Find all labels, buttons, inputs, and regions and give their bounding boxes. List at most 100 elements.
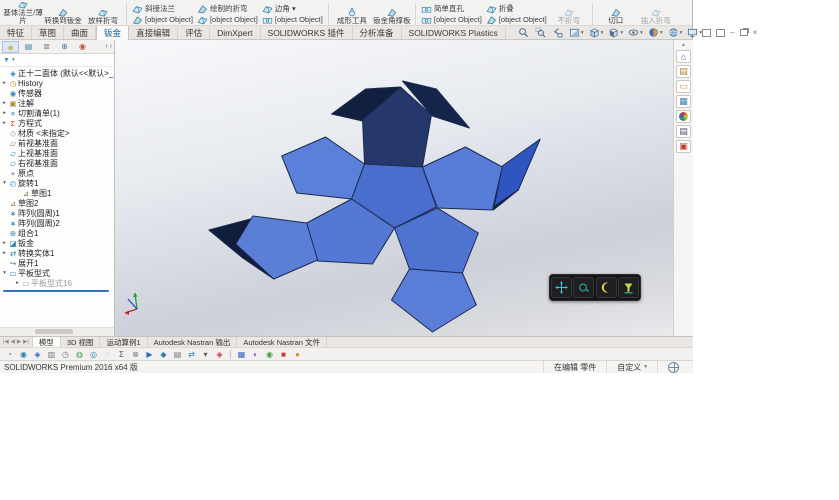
command-tab[interactable]: SOLIDWORKS 插件 [261,26,353,39]
tab-scroll-arrow[interactable]: |◀ [3,339,9,345]
tree-item[interactable]: ⊿ 草图1 [1,188,114,198]
pentagon-upper-left[interactable] [282,137,365,199]
ribbon-item[interactable]: 绘制的折弯 [object Object] [197,3,258,25]
motion-toolbar-icon[interactable]: Σ [116,349,127,360]
expander-icon[interactable]: ▸ [1,80,8,86]
overlay-funnel-button[interactable] [618,277,639,298]
motion-toolbar-icon[interactable]: ◉ [18,349,29,360]
graphics-viewport[interactable] [115,40,673,336]
hud-toolbar-icon[interactable]: ▾ [668,27,683,38]
help-cell[interactable] [657,361,689,373]
tree-item[interactable]: ◇ 材质 <未指定> [1,128,114,138]
document-tab[interactable]: 模型 [33,337,61,347]
tree-item[interactable]: ▸ ▭ 平板型式16 [1,278,114,288]
filter-funnel-icon[interactable]: ▼ [3,57,10,64]
motion-toolbar-icon[interactable]: ◎ [88,349,99,360]
expander-icon[interactable]: ▸ [14,280,21,286]
hud-toolbar-icon[interactable] [552,27,564,38]
pentagon-far-left[interactable] [236,216,318,279]
tree-horizontal-scrollbar[interactable] [0,327,114,336]
scroll-up-icon[interactable]: ▴ [682,42,685,48]
task-pane-icon[interactable]: ▦ [676,95,691,108]
minimize-button[interactable]: – [730,28,734,37]
hud-toolbar-icon[interactable]: ▾ [608,27,623,38]
expander-icon[interactable]: ▸ [1,250,8,256]
tab-scroll-arrow[interactable]: ▶| [23,339,29,345]
task-pane-icon[interactable] [676,110,691,123]
tree-item[interactable]: ◉ 传感器 [1,88,114,98]
motion-toolbar-icon[interactable]: ◐ [250,349,261,360]
command-tab[interactable]: 草图 [32,26,64,39]
document-tab[interactable]: 运动算例1 [100,337,147,347]
task-pane-icon[interactable]: ▤ [676,125,691,138]
ribbon-item[interactable]: [object Object] 成形工具 [332,8,372,25]
pentagon-bottom[interactable] [392,269,477,332]
panel-tab[interactable]: ▤ [20,41,37,53]
close-button[interactable]: × [753,28,758,37]
ribbon-item[interactable]: 简单直孔 [object Object] [421,3,482,25]
hud-toolbar-icon[interactable] [535,27,547,38]
command-tab[interactable]: 曲面 [64,26,96,39]
tree-item[interactable]: + 原点 [1,168,114,178]
motion-toolbar-icon[interactable]: ◉ [264,349,275,360]
pane-button-icon[interactable] [716,29,725,37]
motion-toolbar-icon[interactable]: ● [292,349,303,360]
ribbon-item[interactable]: [object Object] 插入折弯 [636,8,676,25]
tree-item[interactable]: ⊕ 组合1 [1,228,114,238]
panel-tab[interactable]: ≣ [38,41,55,53]
task-pane-icon[interactable]: ▭ [676,80,691,93]
tree-item[interactable]: ▸ ◷ History [1,78,114,88]
command-tab[interactable]: 直接编辑 [129,26,178,39]
tree-item[interactable]: ⊿ 草图2 [1,198,114,208]
command-tab[interactable]: SOLIDWORKS Plastics [402,26,506,39]
tab-scroll-arrow[interactable]: ◀ [11,339,15,345]
scrollbar-thumb[interactable] [35,329,73,334]
motion-toolbar-icon[interactable]: ⊗ [130,349,141,360]
tree-item[interactable]: ↪ 展开1 [1,258,114,268]
tree-root-item[interactable]: ◈ 正十二面体 (默认<<默认>_显示状态 1> [1,68,114,78]
hud-toolbar-icon[interactable]: ▾ [589,27,604,38]
overlay-circle-button[interactable] [573,277,594,298]
task-pane-icon[interactable]: ⌂ [676,50,691,63]
motion-toolbar-icon[interactable]: ◍ [74,349,85,360]
ribbon-item[interactable]: [object Object] 钣金角撑板 [372,8,412,25]
expander-icon[interactable]: ▾ [1,270,8,276]
ribbon-item[interactable]: 折叠 [object Object] [486,3,547,25]
ribbon-item[interactable]: [object Object] [328,3,329,25]
document-tab[interactable]: Autodesk Nastran 文件 [237,337,327,347]
ribbon-item[interactable]: [object Object] [592,3,593,25]
command-tab[interactable]: DimXpert [210,26,260,39]
panel-tab[interactable]: ◉ [74,41,91,53]
hud-toolbar-icon[interactable] [518,27,530,38]
motion-toolbar-icon[interactable]: ▤ [172,349,183,360]
hud-toolbar-icon[interactable]: ▾ [569,27,584,38]
tree-item[interactable]: ▾ ▭ 平板型式 [1,268,114,278]
hud-toolbar-icon[interactable]: ▾ [628,27,643,38]
ribbon-item[interactable]: [object Object] 基体法兰/薄片 [3,0,43,25]
hud-toolbar-icon[interactable]: ▾ [648,27,663,38]
ribbon-item[interactable]: [object Object] 放样折弯 [83,8,123,25]
tree-item[interactable]: ▱ 上视基准面 [1,148,114,158]
tree-item[interactable]: ▸ ▣ 注解 [1,98,114,108]
motion-toolbar-icon[interactable]: ■ [278,349,289,360]
panel-tabs-overflow[interactable]: ‹ › [105,43,114,50]
tree-filter-row[interactable]: ▼ ▾ [0,54,114,67]
expander-icon[interactable]: ▾ [1,180,8,186]
tree-item[interactable]: ▸ ◪ 钣金 [1,238,114,248]
tree-item[interactable]: ▾ ◴ 旋转1 [1,178,114,188]
motion-toolbar-icon[interactable]: ◌ [102,349,113,360]
tree-item[interactable]: ▸ ⇄ 转换实体1 [1,248,114,258]
motion-toolbar-icon[interactable]: ◈ [32,349,43,360]
tree-item[interactable]: ▱ 前视基准面 [1,138,114,148]
motion-toolbar-icon[interactable]: ▾ [200,349,211,360]
document-tab[interactable]: 3D 视图 [61,337,101,347]
document-tab[interactable]: Autodesk Nastran 输出 [148,337,238,347]
command-tab[interactable]: 钣金 [96,26,129,40]
motion-toolbar-icon[interactable]: ◔ [4,349,15,360]
tree-item[interactable]: ▸ Σ 方程式 [1,118,114,128]
tree-item[interactable]: ▱ 右视基准面 [1,158,114,168]
command-tab[interactable]: 评估 [178,26,210,39]
motion-toolbar-icon[interactable]: ▥ [46,349,57,360]
command-tab[interactable]: 特征 [0,26,32,39]
expander-icon[interactable]: ▸ [1,120,8,126]
